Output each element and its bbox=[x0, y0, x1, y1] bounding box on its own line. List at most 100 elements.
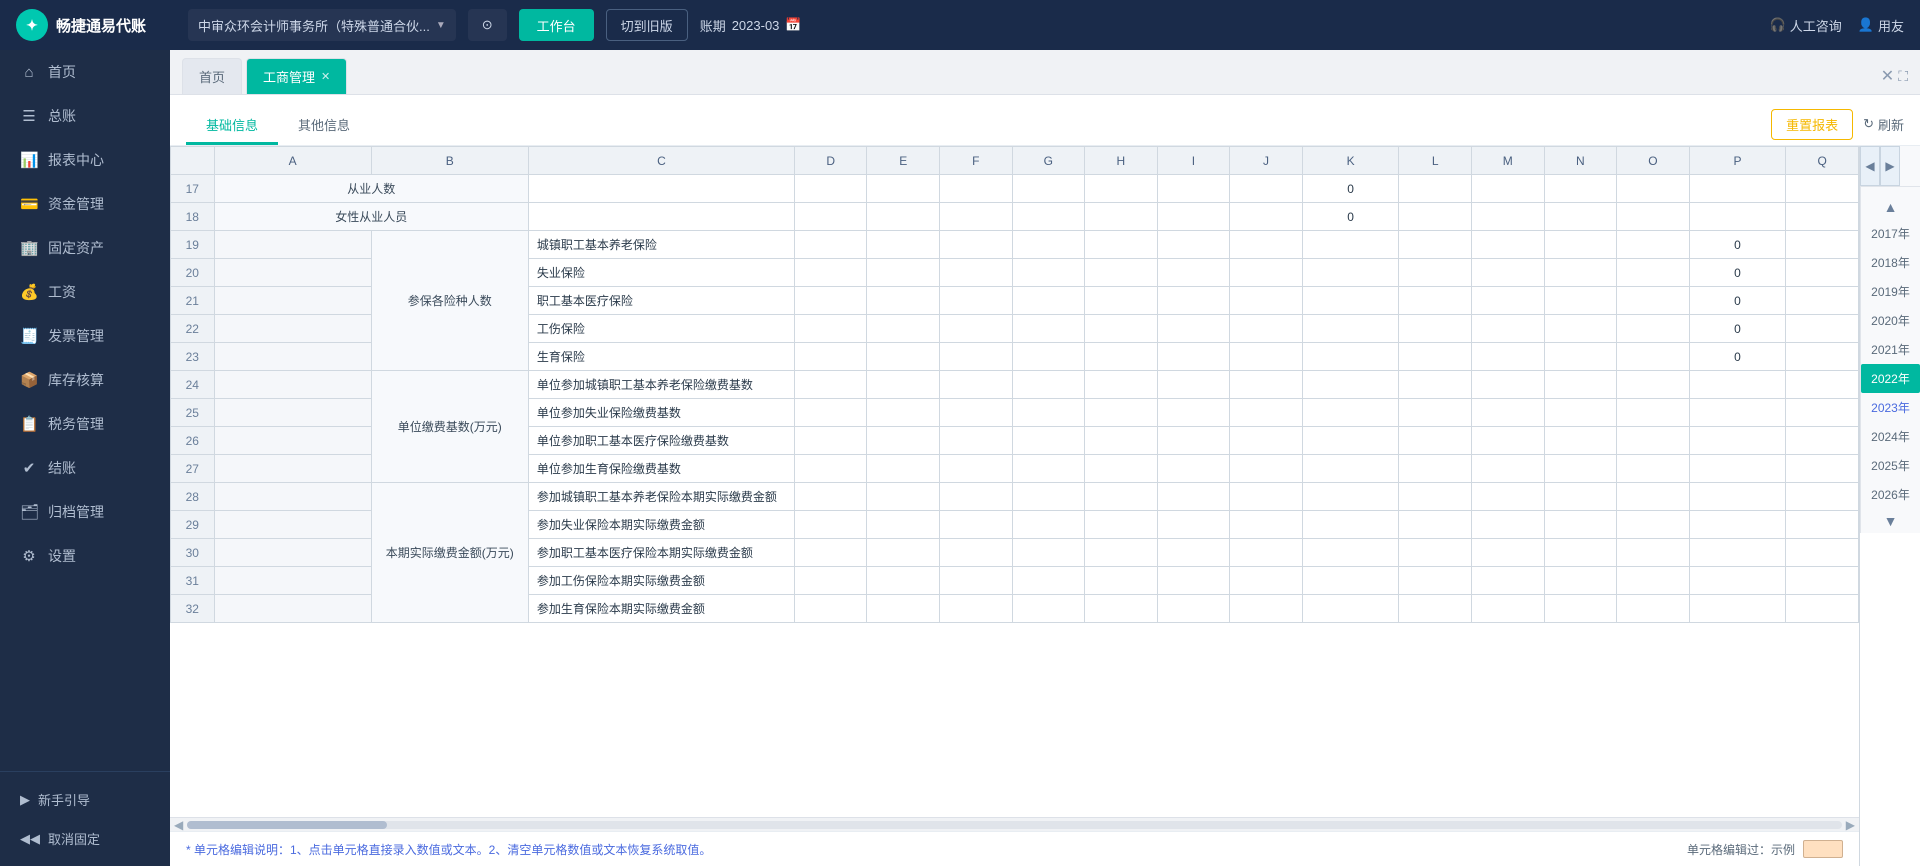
cell-30-F[interactable] bbox=[940, 539, 1013, 567]
cell-25-N[interactable] bbox=[1544, 399, 1617, 427]
cell-27-I[interactable] bbox=[1157, 455, 1230, 483]
cell-20-M[interactable] bbox=[1472, 259, 1545, 287]
cell-30-J[interactable] bbox=[1230, 539, 1303, 567]
cell-30-C[interactable]: 参加职工基本医疗保险本期实际缴费金额 bbox=[528, 539, 794, 567]
cell-31-J[interactable] bbox=[1230, 567, 1303, 595]
cell-19-C[interactable]: 城镇职工基本养老保险 bbox=[528, 231, 794, 259]
expand-button[interactable]: ⛶ bbox=[1898, 66, 1908, 86]
cell-27-Q[interactable] bbox=[1786, 455, 1859, 483]
cell-31-M[interactable] bbox=[1472, 567, 1545, 595]
collapse-left-button[interactable]: ◀ bbox=[1860, 146, 1880, 186]
cell-21-P[interactable]: 0 bbox=[1689, 287, 1786, 315]
cell-29-Q[interactable] bbox=[1786, 511, 1859, 539]
cell-27-K[interactable] bbox=[1302, 455, 1399, 483]
cell-17-O[interactable] bbox=[1617, 175, 1690, 203]
cell-25-L[interactable] bbox=[1399, 399, 1472, 427]
cell-26-D[interactable] bbox=[794, 427, 867, 455]
cell-29-F[interactable] bbox=[940, 511, 1013, 539]
cell-19-D[interactable] bbox=[794, 231, 867, 259]
tab-basic-info[interactable]: 基础信息 bbox=[186, 107, 278, 145]
cell-24-C[interactable]: 单位参加城镇职工基本养老保险缴费基数 bbox=[528, 371, 794, 399]
cell-20-G[interactable] bbox=[1012, 259, 1085, 287]
cell-19-O[interactable] bbox=[1617, 231, 1690, 259]
cell-21-D[interactable] bbox=[794, 287, 867, 315]
tab-industry[interactable]: 工商管理 ✕ bbox=[246, 58, 347, 94]
cell-30-Q[interactable] bbox=[1786, 539, 1859, 567]
year-item-2026[interactable]: 2026年 bbox=[1861, 480, 1920, 509]
cell-29-I[interactable] bbox=[1157, 511, 1230, 539]
calendar-icon[interactable]: 📅 bbox=[785, 17, 801, 33]
cell-17-D[interactable] bbox=[794, 175, 867, 203]
cell-22-O[interactable] bbox=[1617, 315, 1690, 343]
cell-24-K[interactable] bbox=[1302, 371, 1399, 399]
cell-27-N[interactable] bbox=[1544, 455, 1617, 483]
cell-30-K[interactable] bbox=[1302, 539, 1399, 567]
cell-20-A[interactable] bbox=[214, 259, 371, 287]
cell-22-P[interactable]: 0 bbox=[1689, 315, 1786, 343]
cell-20-O[interactable] bbox=[1617, 259, 1690, 287]
cell-30-D[interactable] bbox=[794, 539, 867, 567]
cell-23-H[interactable] bbox=[1085, 343, 1158, 371]
cell-23-M[interactable] bbox=[1472, 343, 1545, 371]
cell-19-H[interactable] bbox=[1085, 231, 1158, 259]
cell-28-G[interactable] bbox=[1012, 483, 1085, 511]
cell-19-N[interactable] bbox=[1544, 231, 1617, 259]
cell-28-P[interactable] bbox=[1689, 483, 1786, 511]
cell-21-G[interactable] bbox=[1012, 287, 1085, 315]
cell-17-L[interactable] bbox=[1399, 175, 1472, 203]
cell-26-I[interactable] bbox=[1157, 427, 1230, 455]
cell-23-F[interactable] bbox=[940, 343, 1013, 371]
cell-31-C[interactable]: 参加工伤保险本期实际缴费金额 bbox=[528, 567, 794, 595]
cell-18-M[interactable] bbox=[1472, 203, 1545, 231]
cell-29-J[interactable] bbox=[1230, 511, 1303, 539]
cell-19-I[interactable] bbox=[1157, 231, 1230, 259]
cell-24-N[interactable] bbox=[1544, 371, 1617, 399]
cell-22-G[interactable] bbox=[1012, 315, 1085, 343]
cell-29-A[interactable] bbox=[214, 511, 371, 539]
sidebar-item-reports[interactable]: 📊 报表中心 bbox=[0, 138, 170, 182]
cell-19-M[interactable] bbox=[1472, 231, 1545, 259]
scroll-right-arrow[interactable]: ▶ bbox=[1842, 818, 1855, 832]
cell-27-F[interactable] bbox=[940, 455, 1013, 483]
cell-28-J[interactable] bbox=[1230, 483, 1303, 511]
sidebar-item-assets[interactable]: 🏢 固定资产 bbox=[0, 226, 170, 270]
cell-24-F[interactable] bbox=[940, 371, 1013, 399]
cell-32-O[interactable] bbox=[1617, 595, 1690, 623]
year-item-2019[interactable]: 2019年 bbox=[1861, 277, 1920, 306]
cell-31-E[interactable] bbox=[867, 567, 940, 595]
cell-32-M[interactable] bbox=[1472, 595, 1545, 623]
cell-30-I[interactable] bbox=[1157, 539, 1230, 567]
cell-19-Q[interactable] bbox=[1786, 231, 1859, 259]
cell-20-F[interactable] bbox=[940, 259, 1013, 287]
cell-29-D[interactable] bbox=[794, 511, 867, 539]
cell-26-K[interactable] bbox=[1302, 427, 1399, 455]
cell-23-J[interactable] bbox=[1230, 343, 1303, 371]
cell-31-F[interactable] bbox=[940, 567, 1013, 595]
year-item-2020[interactable]: 2020年 bbox=[1861, 306, 1920, 335]
sidebar-item-tax[interactable]: 📋 税务管理 bbox=[0, 402, 170, 446]
cell-21-K[interactable] bbox=[1302, 287, 1399, 315]
cell-26-P[interactable] bbox=[1689, 427, 1786, 455]
cell-22-A[interactable] bbox=[214, 315, 371, 343]
cell-28-B[interactable]: 本期实际缴费金额(万元) bbox=[371, 483, 528, 623]
cell-17-K[interactable]: 0 bbox=[1302, 175, 1399, 203]
cell-19-A[interactable] bbox=[214, 231, 371, 259]
cell-19-B[interactable]: 参保各险种人数 bbox=[371, 231, 528, 371]
cell-30-E[interactable] bbox=[867, 539, 940, 567]
cell-23-D[interactable] bbox=[794, 343, 867, 371]
cell-28-Q[interactable] bbox=[1786, 483, 1859, 511]
cell-22-C[interactable]: 工伤保险 bbox=[528, 315, 794, 343]
scroll-left-arrow[interactable]: ◀ bbox=[174, 818, 187, 832]
cell-17-Q[interactable] bbox=[1786, 175, 1859, 203]
cell-28-C[interactable]: 参加城镇职工基本养老保险本期实际缴费金额 bbox=[528, 483, 794, 511]
sidebar-item-home[interactable]: ⌂ 首页 bbox=[0, 50, 170, 94]
cell-25-F[interactable] bbox=[940, 399, 1013, 427]
cell-29-C[interactable]: 参加失业保险本期实际缴费金额 bbox=[528, 511, 794, 539]
h-scroll-track[interactable] bbox=[187, 821, 1842, 829]
refresh-button[interactable]: ↻ 刷新 bbox=[1863, 115, 1904, 134]
cell-29-M[interactable] bbox=[1472, 511, 1545, 539]
sidebar-item-inventory[interactable]: 📦 库存核算 bbox=[0, 358, 170, 402]
cell-29-L[interactable] bbox=[1399, 511, 1472, 539]
year-scroll-down-button[interactable]: ▼ bbox=[1861, 509, 1920, 533]
cell-22-D[interactable] bbox=[794, 315, 867, 343]
